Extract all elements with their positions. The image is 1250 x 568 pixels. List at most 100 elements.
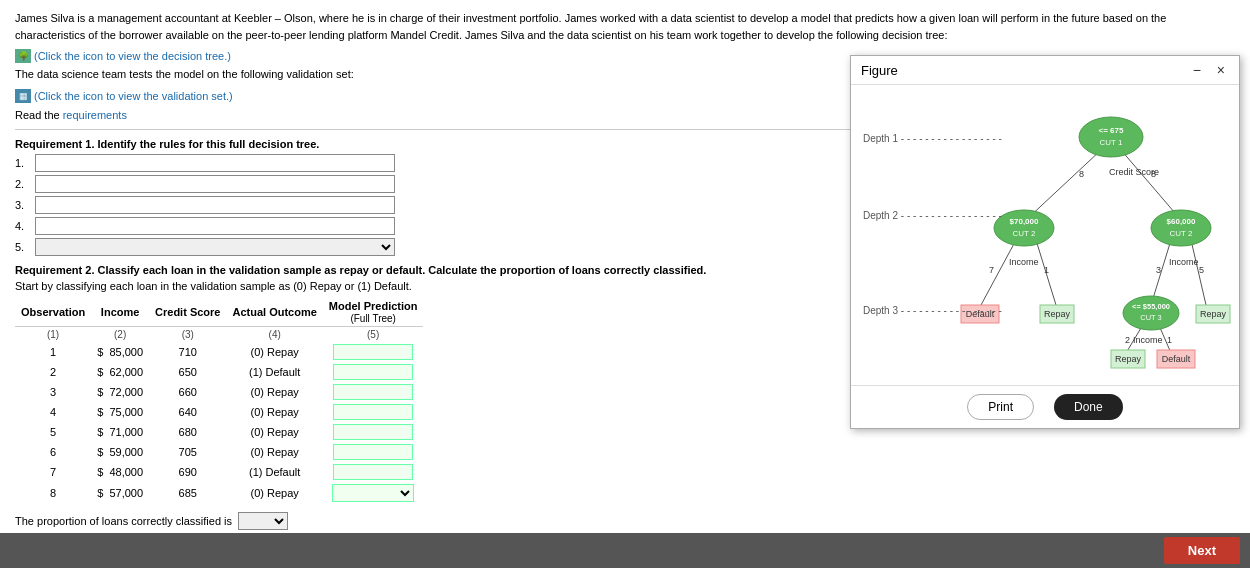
cell-credit: 650 — [149, 362, 226, 382]
cell-actual: (0) Repay — [226, 382, 322, 402]
proportion-row: The proportion of loans correctly classi… — [15, 512, 1235, 530]
figure-done-button[interactable]: Done — [1054, 394, 1123, 420]
d3-default-label: Default — [1162, 354, 1191, 364]
cell-actual: (1) Default — [226, 362, 322, 382]
right-d2-node — [1151, 210, 1211, 246]
cell-obs: 8 — [15, 482, 91, 504]
pred-input-5[interactable] — [333, 424, 413, 440]
edge-d3-left-label: 2 — [1125, 335, 1130, 345]
income-left-label: Income — [1009, 257, 1039, 267]
right-d2-label1: $60,000 — [1167, 217, 1196, 226]
left-d2-label1: $70,000 — [1010, 217, 1039, 226]
svg-line-0 — [1026, 150, 1101, 220]
credit-score-edge-label: Credit Score — [1109, 167, 1159, 177]
d3-repay-label: Repay — [1115, 354, 1142, 364]
col-obs-sub: (1) — [15, 327, 91, 343]
table-row: 1$ 85,000710(0) Repay — [15, 342, 423, 362]
req1-input-3[interactable] — [35, 196, 395, 214]
req1-input-2[interactable] — [35, 175, 395, 193]
req1-input-1[interactable] — [35, 154, 395, 172]
left-d2-label2: CUT 2 — [1013, 229, 1037, 238]
edge-ld2-right-label: 1 — [1044, 265, 1049, 275]
figure-print-button[interactable]: Print — [967, 394, 1034, 420]
pred-input-6[interactable] — [333, 444, 413, 460]
col-income-sub: (2) — [91, 327, 149, 343]
cell-pred — [323, 422, 424, 442]
cell-income: $ 62,000 — [91, 362, 149, 382]
cell-obs: 3 — [15, 382, 91, 402]
validation-set-icon[interactable]: ▦ — [15, 89, 31, 103]
edge-ld2-left-label: 7 — [989, 265, 994, 275]
figure-modal-controls: − × — [1189, 62, 1229, 78]
root-node-label2: CUT 1 — [1100, 138, 1124, 147]
pred-input-4[interactable] — [333, 404, 413, 420]
pred-input-7[interactable] — [333, 464, 413, 480]
rl-leaf-label: Repay — [1200, 309, 1227, 319]
cell-pred — [323, 442, 424, 462]
cell-obs: 4 — [15, 402, 91, 422]
figure-close-btn[interactable]: × — [1213, 62, 1229, 78]
pred-input-2[interactable] — [333, 364, 413, 380]
req1-input-4[interactable] — [35, 217, 395, 235]
figure-body: Depth 1 - - - - - - - - - - - - - - - - … — [851, 85, 1239, 385]
cell-pred — [323, 342, 424, 362]
cell-obs: 1 — [15, 342, 91, 362]
svg-line-1 — [1121, 150, 1181, 220]
tree-container: Depth 1 - - - - - - - - - - - - - - - - … — [861, 95, 1231, 375]
pred-input-3[interactable] — [333, 384, 413, 400]
cell-actual: (0) Repay — [226, 442, 322, 462]
cell-pred — [323, 362, 424, 382]
cell-credit: 660 — [149, 382, 226, 402]
cell-income: $ 75,000 — [91, 402, 149, 422]
svg-line-2 — [981, 240, 1016, 305]
income-right-label: Income — [1169, 257, 1199, 267]
cell-credit: 640 — [149, 402, 226, 422]
req1-select-5[interactable] — [35, 238, 395, 256]
edge-rd2-right-label: 5 — [1199, 265, 1204, 275]
proportion-select[interactable] — [238, 512, 288, 530]
cell-obs: 5 — [15, 422, 91, 442]
cell-income: $ 48,000 — [91, 462, 149, 482]
requirements-link[interactable]: requirements — [63, 109, 127, 121]
table-body: 1$ 85,000710(0) Repay2$ 62,000650(1) Def… — [15, 342, 423, 504]
col-income-header: Income — [91, 298, 149, 327]
cell-actual: (0) Repay — [226, 422, 322, 442]
figure-title: Figure — [861, 63, 898, 78]
proportion-text: The proportion of loans correctly classi… — [15, 515, 232, 527]
depth-label-3: Depth 3 - - - - - - - - - - - - - - - - … — [863, 305, 1002, 316]
col-credit-header: Credit Score — [149, 298, 226, 327]
edge-root-left-label: 8 — [1079, 169, 1084, 179]
next-button[interactable]: Next — [1164, 537, 1240, 564]
cell-actual: (0) Repay — [226, 482, 322, 504]
decision-tree-link[interactable]: (Click the icon to view the decision tre… — [34, 50, 231, 62]
pred-select-8[interactable] — [332, 484, 414, 502]
col-credit-sub: (3) — [149, 327, 226, 343]
pred-input-1[interactable] — [333, 344, 413, 360]
cell-income: $ 72,000 — [91, 382, 149, 402]
table-row: 8$ 57,000685(0) Repay — [15, 482, 423, 504]
decision-tree-icon[interactable]: 🌳 — [15, 49, 31, 63]
root-node — [1079, 117, 1143, 157]
bottom-bar: Next — [0, 533, 1250, 568]
left-d2-node — [994, 210, 1054, 246]
figure-modal: Figure − × Depth 1 - - - - - - - - - - -… — [850, 55, 1240, 429]
validation-set-link[interactable]: (Click the icon to view the validation s… — [34, 90, 233, 102]
depth-label-2: Depth 2 - - - - - - - - - - - - - - - - … — [863, 210, 1002, 221]
lm-leaf-label: Repay — [1044, 309, 1071, 319]
edge-rd2-left-label: 3 — [1156, 265, 1161, 275]
table-row: 3$ 72,000660(0) Repay — [15, 382, 423, 402]
cell-income: $ 85,000 — [91, 342, 149, 362]
col-actual-header: Actual Outcome — [226, 298, 322, 327]
income-d3-label: Income — [1133, 335, 1163, 345]
cell-obs: 7 — [15, 462, 91, 482]
col-pred-header: Model Prediction(Full Tree) — [323, 298, 424, 327]
cell-credit: 685 — [149, 482, 226, 504]
cell-obs: 6 — [15, 442, 91, 462]
figure-minimize-btn[interactable]: − — [1189, 62, 1205, 78]
edge-d3-right-label: 1 — [1167, 335, 1172, 345]
input-label-4: 4. — [15, 220, 35, 232]
cell-income: $ 57,000 — [91, 482, 149, 504]
table-row: 2$ 62,000650(1) Default — [15, 362, 423, 382]
cell-pred — [323, 402, 424, 422]
cell-credit: 690 — [149, 462, 226, 482]
